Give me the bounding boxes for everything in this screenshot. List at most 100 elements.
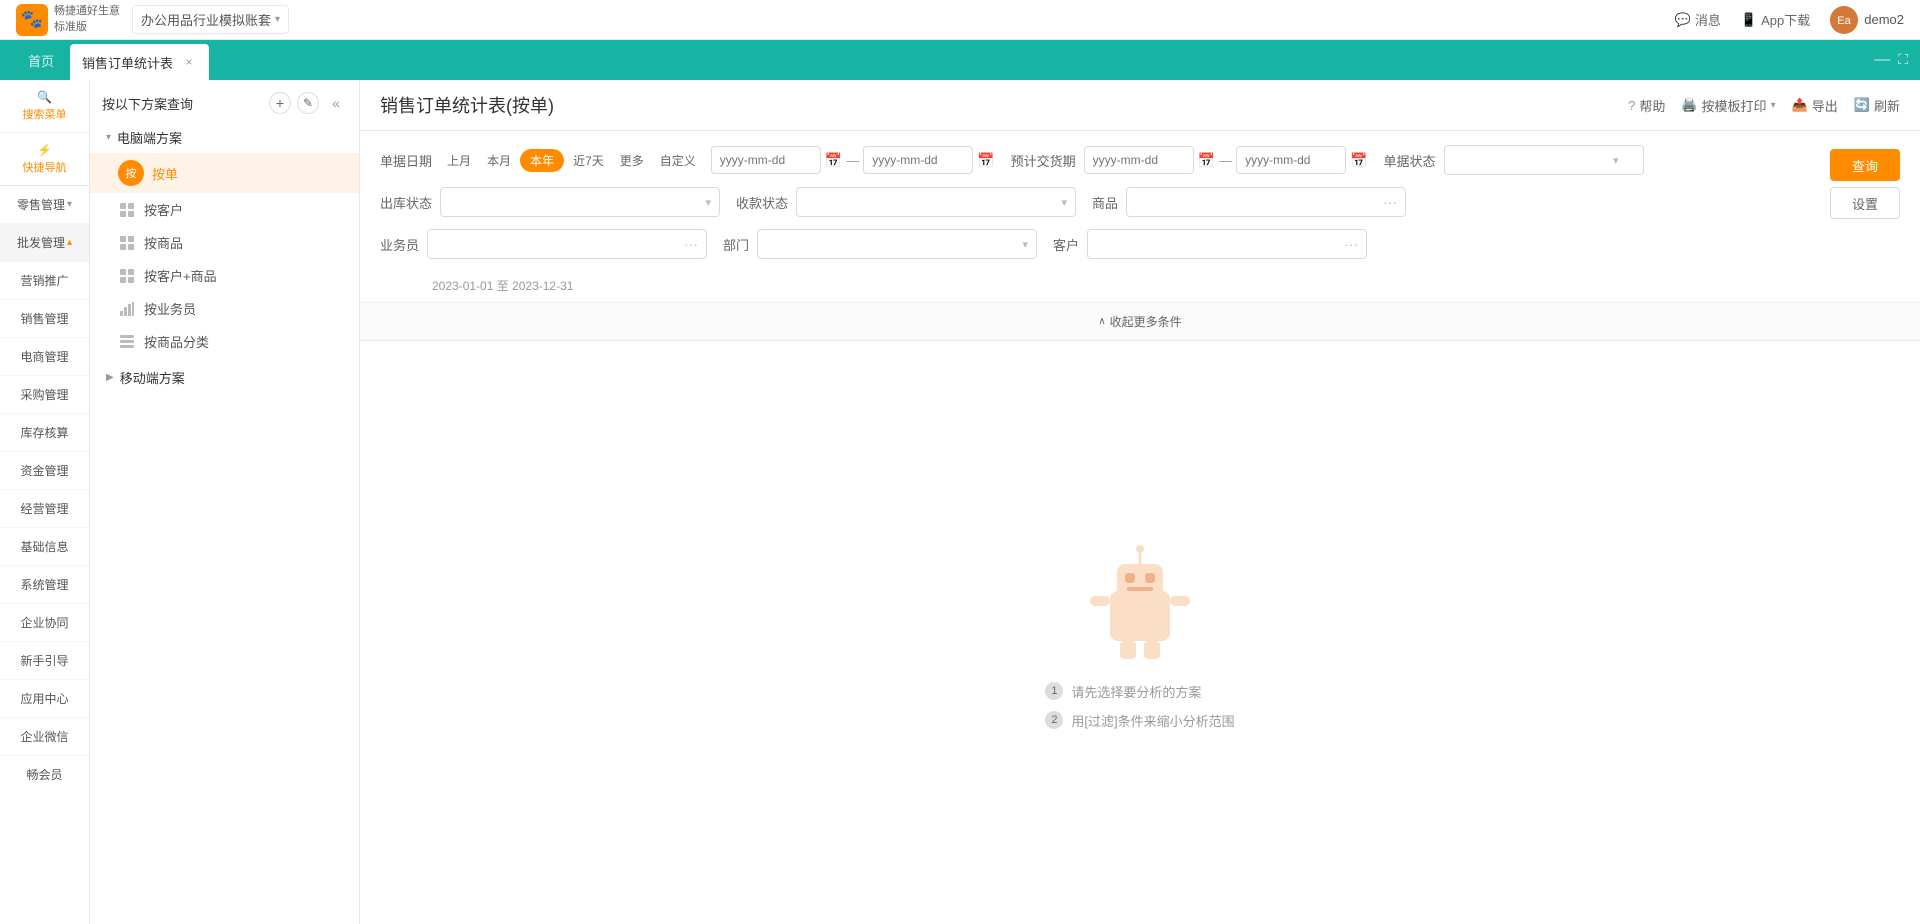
sidebar-item-basic[interactable]: 基础信息 <box>0 528 89 566</box>
sidebar-item-wechat[interactable]: 企业微信 <box>0 718 89 756</box>
plan-item-by-order[interactable]: 按 按单 <box>90 153 359 193</box>
customer-label: 客户 <box>1053 235 1079 254</box>
tab-close-icon[interactable]: × <box>181 54 197 70</box>
download-icon: 📱 <box>1741 12 1757 28</box>
customer-dots-icon: ··· <box>1344 236 1358 252</box>
user-menu[interactable]: demo2 <box>1830 6 1904 34</box>
plan-item-by-customer[interactable]: 按客户 <box>90 193 359 226</box>
app-download-btn[interactable]: 📱 App下载 <box>1741 10 1810 29</box>
top-bar: 🐾 畅捷通好生意 标准版 办公用品行业模拟账套 ▾ 💬 消息 📱 App下载 d… <box>0 0 1920 40</box>
this-year-btn[interactable]: 本年 <box>520 149 564 172</box>
edit-plan-btn[interactable]: ✎ <box>297 92 319 114</box>
plan-item-by-cust-prod[interactable]: 按客户+商品 <box>90 259 359 292</box>
calendar-expected-to-icon[interactable]: 📅 <box>1350 152 1367 169</box>
expected-date-label: 预计交货期 <box>1011 151 1076 170</box>
add-plan-btn[interactable]: + <box>269 92 291 114</box>
retail-label: 零售管理 <box>17 196 65 213</box>
delivery-status-label: 出库状态 <box>380 193 432 212</box>
expected-date-to-input[interactable] <box>1236 146 1346 174</box>
plan-item-by-product[interactable]: 按商品 <box>90 226 359 259</box>
nav-icon: ⚡ <box>37 143 52 157</box>
delivery-status-select[interactable]: ▾ <box>440 187 720 217</box>
calendar-to-icon[interactable]: 📅 <box>977 152 994 169</box>
date-from-input[interactable] <box>711 146 821 174</box>
by-customer-icon <box>118 201 136 219</box>
staff-select[interactable]: ··· <box>427 229 707 259</box>
more-dates-btn[interactable]: 更多 <box>613 149 651 172</box>
sidebar-item-finance[interactable]: 资金管理 <box>0 452 89 490</box>
empty-tip-1: 1 请先选择要分析的方案 <box>1045 682 1234 701</box>
sidebar-item-operations[interactable]: 经营管理 <box>0 490 89 528</box>
collapse-panel-btn[interactable]: « <box>325 92 347 114</box>
plan-item-by-category[interactable]: 按商品分类 <box>90 325 359 358</box>
customer-select[interactable]: ··· <box>1087 229 1367 259</box>
last-month-btn[interactable]: 上月 <box>440 149 478 172</box>
settings-button[interactable]: 设置 <box>1830 187 1900 219</box>
order-status-arrow-icon: ▾ <box>1613 154 1619 167</box>
tab-minimize-icon[interactable]: — <box>1874 51 1890 69</box>
refresh-btn[interactable]: 🔄 刷新 <box>1854 96 1900 115</box>
mobile-plan-category[interactable]: ▶ 移动端方案 <box>90 362 359 393</box>
tab-maximize-icon[interactable]: ⛶ <box>1898 51 1908 69</box>
sidebar-item-system[interactable]: 系统管理 <box>0 566 89 604</box>
content-area: 按以下方案查询 + ✎ « ▾ 电脑端方案 按 按单 <box>90 80 1920 924</box>
refresh-icon: 🔄 <box>1854 97 1870 113</box>
pc-plan-category[interactable]: ▾ 电脑端方案 <box>90 122 359 153</box>
goods-dots-icon: ··· <box>1383 194 1397 210</box>
sidebar-item-sales[interactable]: 销售管理 <box>0 300 89 338</box>
sidebar-item-marketing[interactable]: 营销推广 <box>0 262 89 300</box>
collapse-row: ∧ 收起更多条件 <box>360 302 1920 340</box>
plan-item-by-staff[interactable]: 按业务员 <box>90 292 359 325</box>
print-btn[interactable]: 🖨️ 按模板打印 ▾ <box>1681 96 1775 115</box>
sidebar-item-ecommerce[interactable]: 电商管理 <box>0 338 89 376</box>
search-button[interactable]: 查询 <box>1830 149 1900 181</box>
payment-status-field: 收款状态 ▾ <box>736 187 1076 217</box>
avatar <box>1830 6 1858 34</box>
dept-label: 部门 <box>723 235 749 254</box>
app-selector[interactable]: 办公用品行业模拟账套 ▾ <box>132 5 289 34</box>
by-customer-label: 按客户 <box>144 200 183 219</box>
sidebar-quick-nav[interactable]: ⚡ 快捷导航 <box>0 133 89 186</box>
staff-label: 业务员 <box>380 235 419 254</box>
sidebar-search[interactable]: 🔍 搜索菜单 <box>0 80 89 133</box>
sidebar-item-inventory[interactable]: 库存核算 <box>0 414 89 452</box>
logo-icon: 🐾 <box>16 4 48 36</box>
by-cust-prod-label: 按客户+商品 <box>144 266 217 285</box>
tab-home[interactable]: 首页 <box>12 42 70 78</box>
calendar-from-icon[interactable]: 📅 <box>825 152 842 169</box>
sidebar-item-apps[interactable]: 应用中心 <box>0 680 89 718</box>
goods-select[interactable]: ··· <box>1126 187 1406 217</box>
this-month-btn[interactable]: 本月 <box>480 149 518 172</box>
export-btn[interactable]: 📤 导出 <box>1792 96 1838 115</box>
messages-btn[interactable]: 💬 消息 <box>1675 10 1721 29</box>
sidebar-item-member[interactable]: 畅会员 <box>0 756 89 793</box>
sidebar-item-enterprise[interactable]: 企业协同 <box>0 604 89 642</box>
tab-sales-stats[interactable]: 销售订单统计表 × <box>70 44 209 80</box>
sidebar-item-purchase[interactable]: 采购管理 <box>0 376 89 414</box>
search-icon: 🔍 <box>37 90 52 104</box>
date-filter-buttons: 上月 本月 本年 近7天 更多 自定义 <box>440 149 703 172</box>
order-status-select[interactable]: ▾ <box>1444 145 1644 175</box>
mobile-plan-section: ▶ 移动端方案 <box>90 362 359 393</box>
date-label: 单据日期 <box>380 151 432 170</box>
calendar-expected-from-icon[interactable]: 📅 <box>1198 152 1215 169</box>
date-separator: — <box>846 153 859 168</box>
sidebar-item-newuser[interactable]: 新手引导 <box>0 642 89 680</box>
delivery-status-field: 出库状态 ▾ <box>380 187 720 217</box>
expected-date-from-input[interactable] <box>1084 146 1194 174</box>
sidebar-item-wholesale[interactable]: 批发管理 ▴ <box>0 224 89 262</box>
date-to-input[interactable] <box>863 146 973 174</box>
date-hint: 2023-01-01 至 2023-12-31 <box>380 277 1900 294</box>
filter-panel-title: 按以下方案查询 <box>102 94 193 113</box>
staff-field: 业务员 ··· <box>380 229 707 259</box>
sidebar-item-retail[interactable]: 零售管理 ▾ <box>0 186 89 224</box>
logo-area: 🐾 畅捷通好生意 标准版 <box>16 4 120 36</box>
payment-status-select[interactable]: ▾ <box>796 187 1076 217</box>
dept-select[interactable]: ▾ <box>757 229 1037 259</box>
empty-state: 1 请先选择要分析的方案 2 用[过滤]条件来缩小分析范围 <box>360 341 1920 924</box>
help-icon: ? <box>1628 98 1635 113</box>
collapse-conditions-btn[interactable]: ∧ 收起更多条件 <box>1086 309 1193 334</box>
custom-date-btn[interactable]: 自定义 <box>653 149 703 172</box>
last-7-days-btn[interactable]: 近7天 <box>566 149 611 172</box>
help-btn[interactable]: ? 帮助 <box>1628 96 1665 115</box>
